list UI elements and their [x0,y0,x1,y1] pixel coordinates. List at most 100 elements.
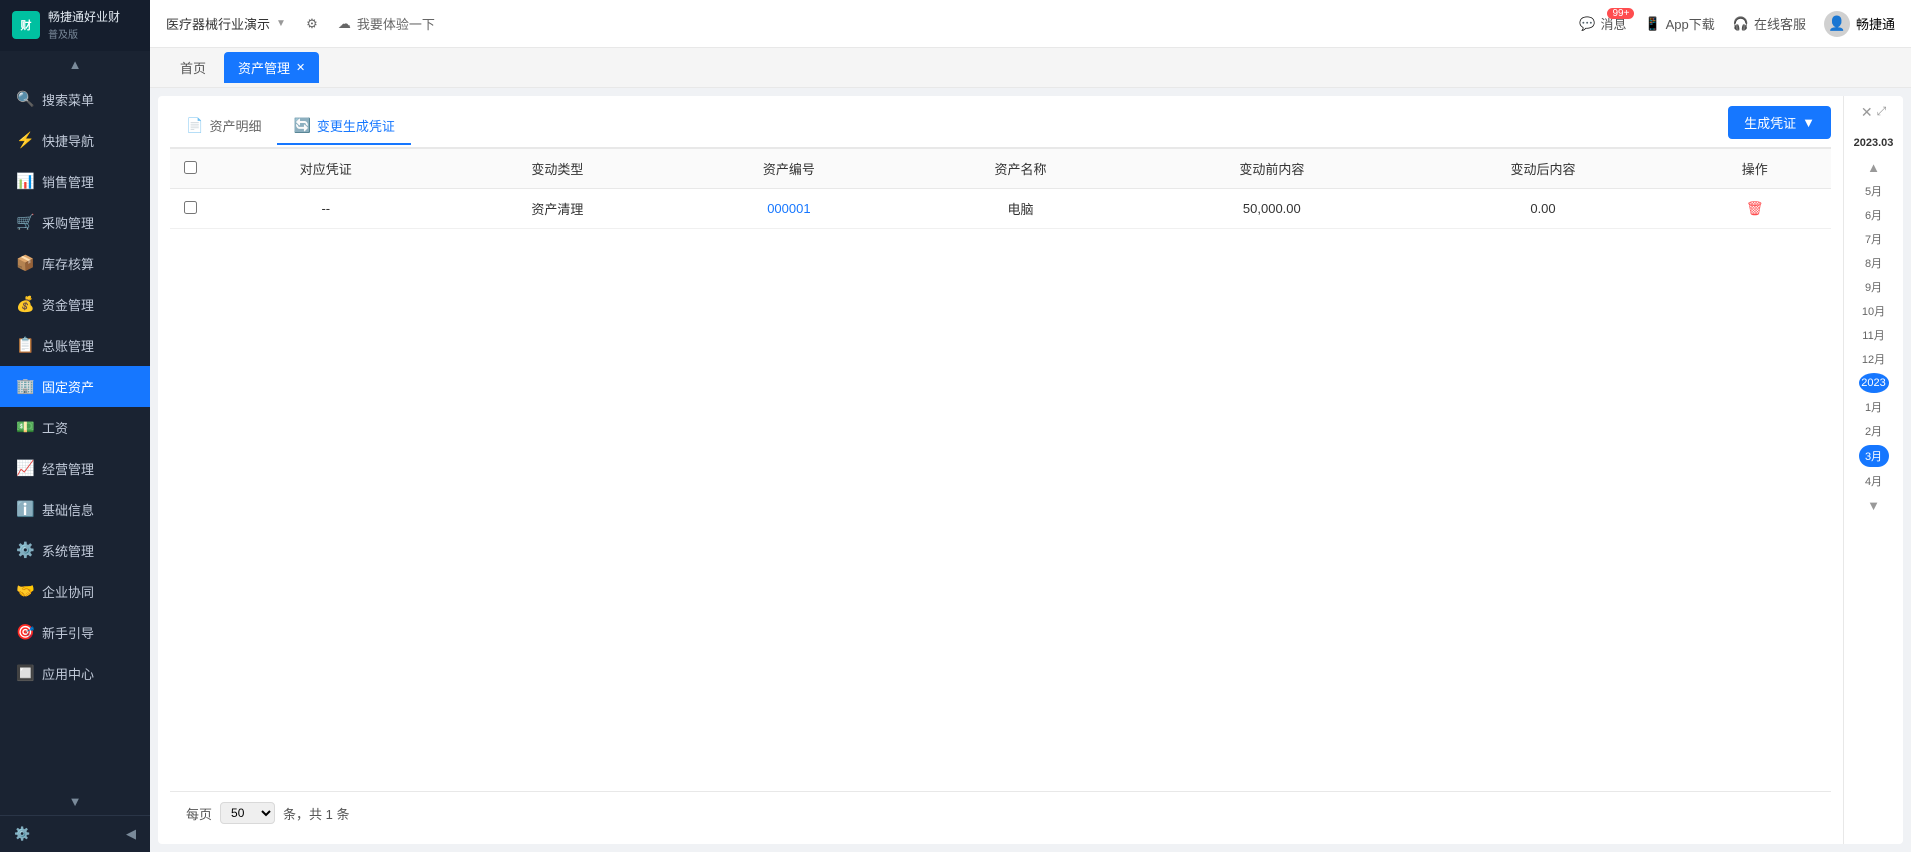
sidebar-item-system[interactable]: ⚙️ 系统管理 [0,530,150,571]
headset-icon: 🎧 [1733,16,1749,32]
experience-label: 我要体验一下 [357,14,435,33]
sidebar-item-inventory[interactable]: 📦 库存核算 [0,243,150,284]
sidebar-settings-icon[interactable]: ⚙️ [14,826,30,842]
app-download-button[interactable]: 📱 App下载 [1644,14,1714,33]
tab-change-voucher[interactable]: 🔄 变更生成凭证 [277,108,410,145]
asset-detail-label: 资产明细 [209,116,261,135]
tab-close-icon[interactable]: ✕ [296,61,305,74]
sidebar-item-basic-info[interactable]: ℹ️ 基础信息 [0,489,150,530]
sidebar-item-label: 系统管理 [42,541,94,560]
sidebar-scroll-up[interactable]: ▲ [0,51,150,79]
sidebar-item-label: 固定资产 [42,377,94,396]
generate-voucher-button[interactable]: 生成凭证 ▼ [1728,106,1831,139]
quick-nav-icon: ⚡ [16,131,34,149]
app-download-label: App下载 [1666,14,1715,33]
total-text: 条，共 1 条 [283,804,349,823]
timeline-month-4[interactable]: 4月 [1844,469,1903,493]
row-checkbox[interactable] [184,201,197,214]
per-page-label: 每页 [186,804,212,823]
table-scroll-area: 对应凭证 变动类型 资产编号 资产名称 变动前内容 变动后内容 操作 [170,148,1831,791]
sidebar-header: 财 畅捷通好业财 普及版 [0,0,150,51]
delete-row-button[interactable]: 🗑 [1746,200,1764,217]
sidebar-item-operations[interactable]: 📈 经营管理 [0,448,150,489]
timeline-month-12[interactable]: 12月 [1844,347,1903,371]
timeline-year-2023[interactable]: 2023 [1859,373,1889,393]
sidebar-item-label: 搜索菜单 [42,90,94,109]
sidebar: 财 畅捷通好业财 普及版 ▲ 🔍 搜索菜单 ⚡ 快捷导航 📊 销售管理 🛒 采购… [0,0,150,852]
table-header: 对应凭证 变动类型 资产编号 资产名称 变动前内容 变动后内容 操作 [170,149,1831,189]
payroll-icon: 💵 [16,418,34,436]
avatar: 👤 [1824,11,1850,37]
experience-button[interactable]: ☁ 我要体验一下 [338,14,435,33]
sidebar-item-finance[interactable]: 💰 资金管理 [0,284,150,325]
sidebar-item-label: 经营管理 [42,459,94,478]
header-settings-button[interactable]: ⚙ [298,10,326,38]
per-page-select[interactable]: 10 20 50 100 [220,802,275,824]
timeline-month-6[interactable]: 6月 [1844,203,1903,227]
apps-icon: 🔲 [16,664,34,682]
sidebar-item-label: 资金管理 [42,295,94,314]
user-avatar-icon: 👤 [1828,15,1845,32]
gear-icon: ⚙ [306,16,318,32]
timeline-month-9[interactable]: 9月 [1844,275,1903,299]
company-selector[interactable]: 医疗器械行业演示 ▼ [166,14,286,33]
search-icon: 🔍 [16,90,34,108]
sidebar-item-purchase[interactable]: 🛒 采购管理 [0,202,150,243]
th-checkbox [170,149,210,189]
operations-icon: 📈 [16,459,34,477]
sidebar-item-guide[interactable]: 🎯 新手引导 [0,612,150,653]
row-action-cell: 🗑 [1679,189,1831,229]
sub-tab-bar: 📄 资产明细 🔄 变更生成凭证 [170,108,1728,145]
timeline-month-1[interactable]: 1月 [1844,395,1903,419]
sidebar-item-payroll[interactable]: 💵 工资 [0,407,150,448]
sidebar-item-search[interactable]: 🔍 搜索菜单 [0,79,150,120]
company-chevron-icon: ▼ [276,18,286,29]
sidebar-collapse-icon[interactable]: ◀ [126,826,136,842]
timeline-close-icon[interactable]: ✕ [1861,104,1873,123]
sidebar-item-label: 采购管理 [42,213,94,232]
timeline-month-7[interactable]: 7月 [1844,227,1903,251]
timeline-month-11[interactable]: 11月 [1844,323,1903,347]
inventory-icon: 📦 [16,254,34,272]
sidebar-scroll-down[interactable]: ▼ [0,787,150,815]
sidebar-item-sales[interactable]: 📊 销售管理 [0,161,150,202]
header-right: 💬 消息 99+ 📱 App下载 🎧 在线客服 👤 畅捷通 [1579,11,1895,37]
finance-icon: 💰 [16,295,34,313]
user-info[interactable]: 👤 畅捷通 [1824,11,1895,37]
th-asset-name: 资产名称 [905,149,1137,189]
tab-asset-management[interactable]: 资产管理 ✕ [224,52,319,83]
timeline-up-button[interactable]: ▲ [1862,155,1886,179]
timeline-expand-icon[interactable]: ⤢ [1877,104,1887,119]
timeline-panel: ✕ ⤢ 2023.03 ▲ 5月 6月 7月 8月 9月 10月 11月 12月… [1843,96,1903,844]
sidebar-nav: 🔍 搜索菜单 ⚡ 快捷导航 📊 销售管理 🛒 采购管理 📦 库存核算 💰 资金管… [0,79,150,787]
timeline-month-5[interactable]: 5月 [1844,179,1903,203]
timeline-month-10[interactable]: 10月 [1844,299,1903,323]
tab-asset-detail[interactable]: 📄 资产明细 [170,108,277,145]
sales-icon: 📊 [16,172,34,190]
select-all-checkbox[interactable] [184,161,197,174]
customer-service-button[interactable]: 🎧 在线客服 [1733,14,1806,33]
timeline-month-8[interactable]: 8月 [1844,251,1903,275]
table-body: -- 资产清理 000001 电脑 50,000.00 0.00 🗑 [170,189,1831,229]
data-table: 对应凭证 变动类型 资产编号 资产名称 变动前内容 变动后内容 操作 [170,148,1831,229]
sidebar-item-fixed-assets[interactable]: 🏢 固定资产 [0,366,150,407]
asset-tab-label: 资产管理 [238,58,290,77]
sidebar-item-quick-nav[interactable]: ⚡ 快捷导航 [0,120,150,161]
timeline-month-3-current[interactable]: 3月 [1859,445,1889,467]
tab-bar: 首页 资产管理 ✕ [150,48,1911,88]
row-voucher: -- [210,189,442,229]
sidebar-item-cooperation[interactable]: 🤝 企业协同 [0,571,150,612]
sidebar-item-apps[interactable]: 🔲 应用中心 [0,653,150,694]
notifications-button[interactable]: 💬 消息 99+ [1579,14,1626,33]
sidebar-item-ledger[interactable]: 📋 总账管理 [0,325,150,366]
sidebar-item-label: 新手引导 [42,623,94,642]
th-after-change: 变动后内容 [1407,149,1678,189]
timeline-month-2[interactable]: 2月 [1844,419,1903,443]
sidebar-item-label: 总账管理 [42,336,94,355]
row-change-type: 资产清理 [442,189,674,229]
tab-home[interactable]: 首页 [166,52,220,83]
timeline-down-button[interactable]: ▼ [1862,493,1886,517]
fixed-assets-icon: 🏢 [16,377,34,395]
sidebar-item-label: 基础信息 [42,500,94,519]
table-header-row: 对应凭证 变动类型 资产编号 资产名称 变动前内容 变动后内容 操作 [170,149,1831,189]
